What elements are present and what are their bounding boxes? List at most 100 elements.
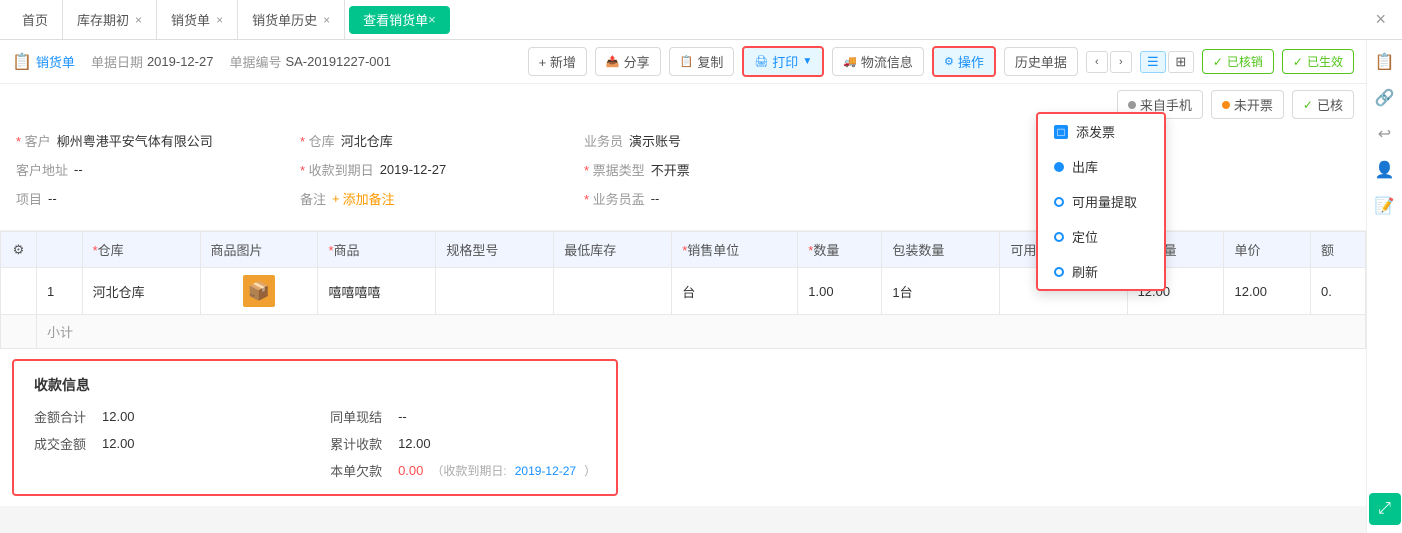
main-content: 📋 销货单 单据日期 2019-12-27 单据编号 SA-20191227-0… [0, 40, 1366, 506]
menu-available-qty[interactable]: 可用量提取 [1038, 184, 1164, 219]
customer-value: 柳州粤港平安气体有限公司 [57, 131, 213, 150]
menu-locate[interactable]: 定位 [1038, 219, 1164, 254]
toolbar-actions: + 新增 📤 分享 📋 复制 🖨 打印 ▼ 🚚 [528, 46, 1354, 77]
operations-button[interactable]: ⚙ 操作 [932, 46, 996, 77]
grid-view-btn[interactable]: ⊞ [1168, 51, 1194, 73]
add-note-button[interactable]: + 添加备注 [332, 189, 395, 208]
row-product-img: 📦 [200, 268, 318, 315]
tab-inventory-init[interactable]: 库存期初 × [63, 0, 157, 39]
col-spec: 规格型号 [436, 232, 554, 268]
customer-addr-value: -- [74, 162, 83, 177]
toolbar: 📋 销货单 单据日期 2019-12-27 单据编号 SA-20191227-0… [0, 40, 1366, 84]
history-button[interactable]: 历史单据 [1004, 47, 1078, 76]
sidebar-icon-user[interactable]: 👤 [1371, 156, 1399, 184]
payment-date-field: 收款到期日 2019-12-27 [300, 160, 560, 179]
tab-close-sales[interactable]: × [216, 13, 223, 27]
row-num: 1 [37, 268, 83, 315]
same-order-settle-value: -- [398, 409, 407, 424]
list-view-btn[interactable]: ☰ [1140, 51, 1166, 73]
nav-arrows: ‹ › [1086, 51, 1132, 73]
col-pack-qty: 包装数量 [882, 232, 1000, 268]
view-toggle: ☰ ⊞ [1140, 51, 1194, 73]
col-product-img: 商品图片 [200, 232, 318, 268]
note-field: 备注 + 添加备注 [300, 189, 560, 208]
tab-close-history[interactable]: × [323, 13, 330, 27]
warehouse-value: 河北仓库 [341, 131, 393, 150]
window-close-button[interactable]: × [1367, 9, 1394, 30]
customer-addr-field: 客户地址 -- [16, 160, 276, 179]
col-settings: ⚙ [1, 232, 37, 268]
copy-button[interactable]: 📋 复制 [669, 47, 735, 76]
row-settings [1, 268, 37, 315]
checked-button[interactable]: ✓ 已核销 [1202, 49, 1274, 74]
sidebar-icon-copy[interactable]: 📋 [1371, 48, 1399, 76]
new-button[interactable]: + 新增 [528, 47, 587, 76]
summary-same-order-settle: 同单现结 -- [330, 407, 596, 426]
summary-deal-amount: 成交金额 12.00 [34, 434, 300, 453]
row-sales-unit: 台 [672, 268, 798, 315]
outstanding-value: 0.00 [398, 463, 423, 478]
menu-refresh[interactable]: 刷新 [1038, 254, 1164, 289]
doc-number-field: 单据编号 SA-20191227-001 [229, 52, 391, 71]
staff2-value: -- [651, 191, 660, 206]
sidebar-icon-expand[interactable]: ⤢ [1369, 493, 1401, 525]
next-arrow[interactable]: › [1110, 51, 1132, 73]
share-button[interactable]: 📤 分享 [595, 47, 661, 76]
subtotal-settings [1, 315, 37, 349]
col-unit-price: 单价 [1224, 232, 1310, 268]
row-quantity: 1.00 [798, 268, 882, 315]
print-button[interactable]: 🖨 打印 ▼ [742, 46, 824, 77]
outbound-icon [1054, 162, 1064, 172]
not-opened-button[interactable]: 未开票 [1211, 90, 1284, 119]
invoice-dot [1222, 101, 1230, 109]
summary-box: 收款信息 金额合计 12.00 同单现结 -- 成交金额 12.00 [12, 359, 618, 496]
effective-button[interactable]: ✓ 已生效 [1282, 49, 1354, 74]
customer-field: 客户 柳州粤港平安气体有限公司 [16, 131, 276, 150]
ticket-type-field: 票据类型 不开票 [584, 160, 844, 179]
row-min-stock [554, 268, 672, 315]
row-product: 嘻嘻嘻嘻 [318, 268, 436, 315]
refresh-icon [1054, 267, 1064, 277]
row-pack-qty: 1台 [882, 268, 1000, 315]
sidebar-icon-note[interactable]: 📝 [1371, 192, 1399, 220]
summary-total-received: 累计收款 12.00 [330, 434, 596, 453]
tab-home[interactable]: 首页 [8, 0, 63, 39]
sidebar-icon-rotate[interactable]: ↩ [1371, 120, 1399, 148]
col-amount: 额 [1310, 232, 1365, 268]
staff-value: 演示账号 [629, 131, 681, 150]
summary-grid: 金额合计 12.00 同单现结 -- 成交金额 12.00 累计收款 12.00 [34, 407, 596, 480]
row-unit-price: 12.00 [1224, 268, 1310, 315]
tab-close-inventory[interactable]: × [135, 13, 142, 27]
right-sidebar: 📋 🔗 ↩ 👤 📝 ⤢ [1366, 40, 1402, 533]
tab-close-view-sales[interactable]: × [428, 12, 436, 27]
col-warehouse: *仓库 [82, 232, 200, 268]
project-value: -- [48, 191, 57, 206]
prev-arrow[interactable]: ‹ [1086, 51, 1108, 73]
check-button[interactable]: ✓ 已核 [1292, 90, 1354, 119]
logistics-button[interactable]: 🚚 物流信息 [832, 47, 924, 76]
locate-icon [1054, 232, 1064, 242]
summary-title: 收款信息 [34, 375, 596, 395]
total-received-value: 12.00 [398, 436, 431, 451]
staff-field: 业务员 演示账号 [584, 131, 844, 150]
row-warehouse: 河北仓库 [82, 268, 200, 315]
available-qty-icon [1054, 197, 1064, 207]
subtotal-row: 小计 [1, 315, 1366, 349]
add-invoice-icon: □ [1054, 125, 1068, 139]
menu-outbound[interactable]: 出库 [1038, 149, 1164, 184]
warehouse-field: 仓库 河北仓库 [300, 131, 560, 150]
tab-sales-history[interactable]: 销货单历史 × [238, 0, 345, 39]
content-area: 📋 销货单 单据日期 2019-12-27 单据编号 SA-20191227-0… [0, 40, 1402, 533]
tab-sales-order[interactable]: 销货单 × [157, 0, 238, 39]
summary-outstanding: 本单欠款 0.00 （收款到期日: 2019-12-27） [330, 461, 596, 480]
sidebar-icon-link[interactable]: 🔗 [1371, 84, 1399, 112]
col-min-stock: 最低库存 [554, 232, 672, 268]
doc-date-field: 单据日期 2019-12-27 [91, 52, 214, 71]
subtotal-label: 小计 [37, 315, 1366, 349]
row-amount: 0. [1310, 268, 1365, 315]
page-wrapper: 首页 库存期初 × 销货单 × 销货单历史 × 查看销货单 × × 📋 [0, 0, 1402, 533]
operations-dropdown: □ 添发票 出库 可用量提取 定位 刷新 [1036, 112, 1166, 291]
menu-add-invoice[interactable]: □ 添发票 [1038, 114, 1164, 149]
col-rownum [37, 232, 83, 268]
tab-view-sales[interactable]: 查看销货单 × [349, 6, 450, 34]
